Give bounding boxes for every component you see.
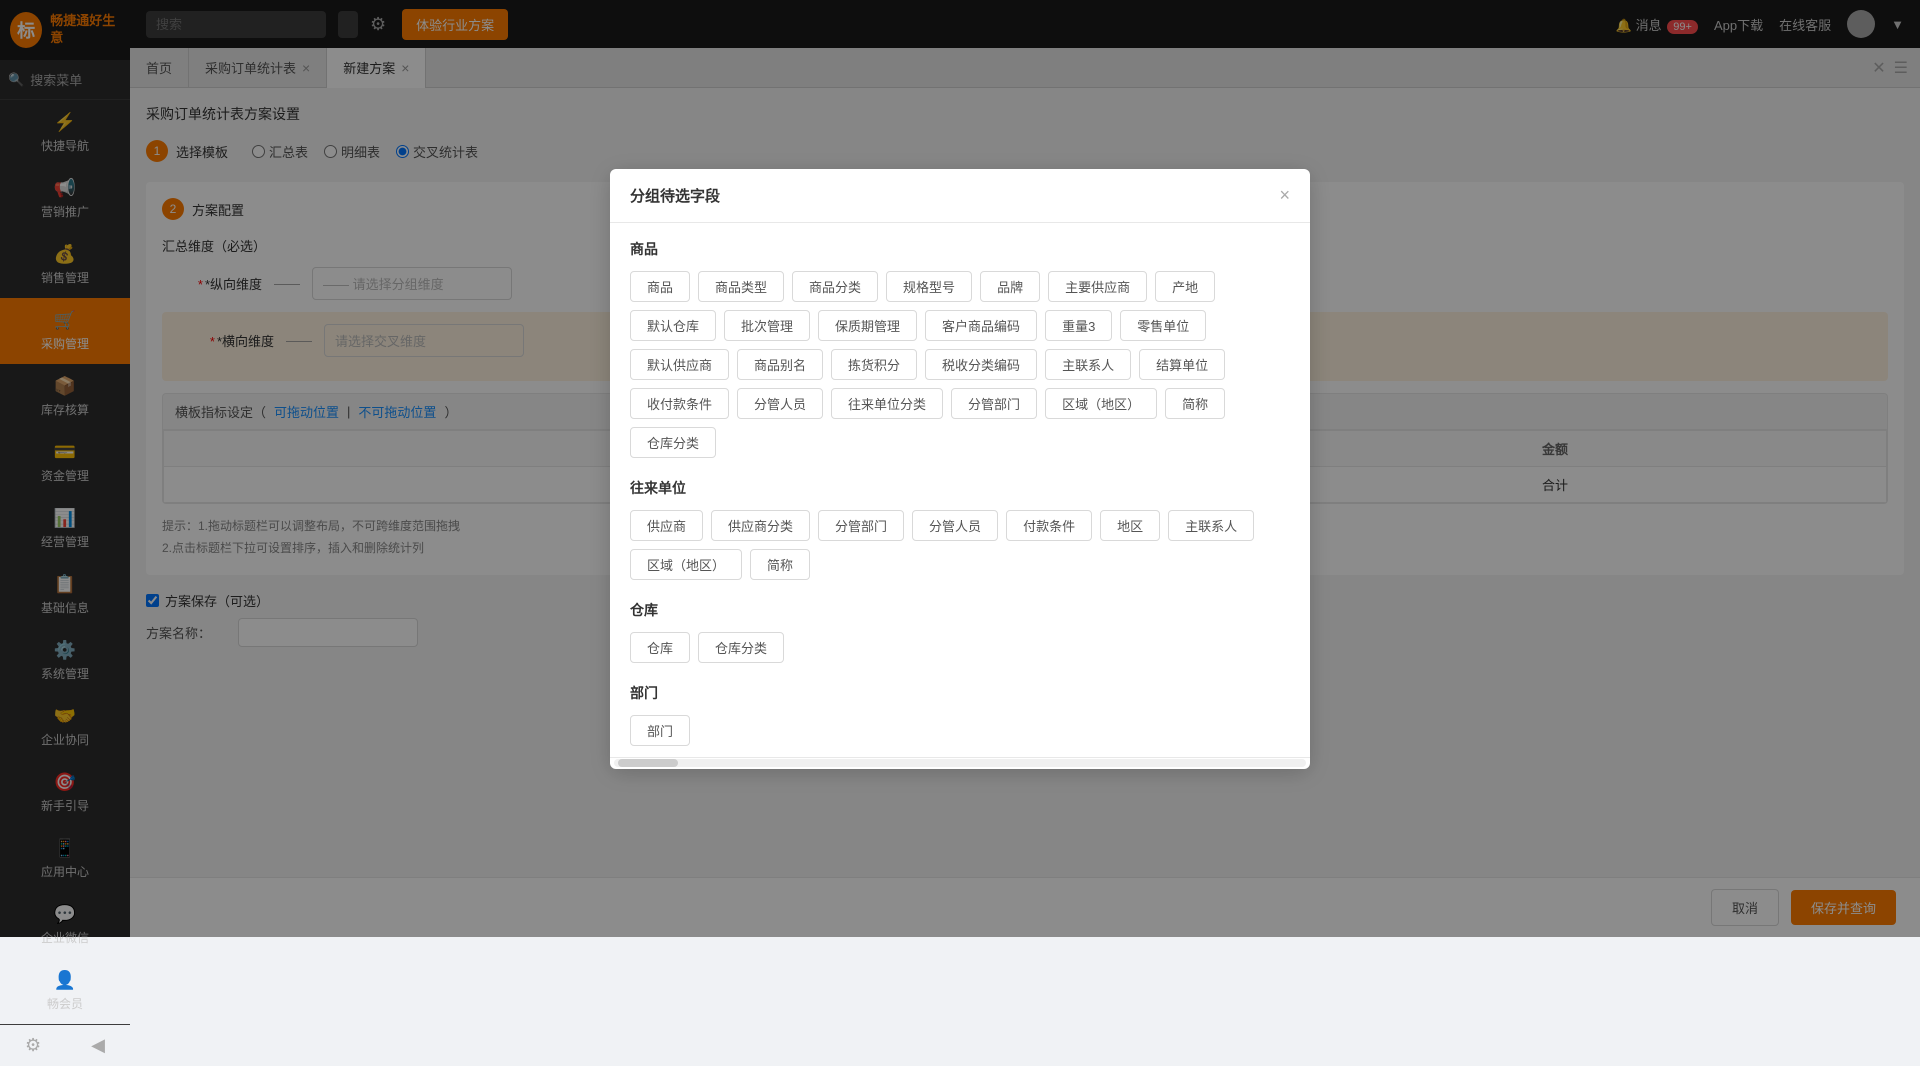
member-icon: 👤 [54, 970, 76, 991]
field-tag-2-0[interactable]: 仓库 [630, 632, 690, 663]
modal-overlay[interactable]: 分组待选字段 × 商品商品商品类型商品分类规格型号品牌主要供应商产地默认仓库批次… [0, 0, 1920, 937]
field-group-title-3: 部门 [630, 683, 1290, 703]
field-tag-0-21[interactable]: 往来单位分类 [831, 388, 943, 419]
field-tag-0-2[interactable]: 商品分类 [792, 271, 878, 302]
field-tags-2: 仓库仓库分类 [630, 632, 1290, 663]
modal-close-button[interactable]: × [1279, 185, 1290, 206]
field-tag-0-15[interactable]: 拣货积分 [831, 349, 917, 380]
modal: 分组待选字段 × 商品商品商品类型商品分类规格型号品牌主要供应商产地默认仓库批次… [610, 169, 1310, 769]
collapse-icon[interactable]: ◀ [91, 1035, 105, 1056]
sidebar-item-member[interactable]: 👤 畅会员 [0, 958, 130, 1024]
field-group-title-1: 往来单位 [630, 478, 1290, 498]
modal-header: 分组待选字段 × [610, 169, 1310, 223]
field-tag-1-6[interactable]: 主联系人 [1168, 510, 1254, 541]
field-tag-0-22[interactable]: 分管部门 [951, 388, 1037, 419]
field-tag-0-10[interactable]: 客户商品编码 [925, 310, 1037, 341]
field-group-2: 仓库仓库仓库分类 [630, 600, 1290, 663]
field-tag-0-19[interactable]: 收付款条件 [630, 388, 729, 419]
field-group-1: 往来单位供应商供应商分类分管部门分管人员付款条件地区主联系人区域（地区） 简称 [630, 478, 1290, 580]
field-tag-0-1[interactable]: 商品类型 [698, 271, 784, 302]
field-tag-0-17[interactable]: 主联系人 [1045, 349, 1131, 380]
field-tag-0-14[interactable]: 商品别名 [737, 349, 823, 380]
field-group-title-0: 商品 [630, 239, 1290, 259]
field-tag-1-8[interactable]: 简称 [750, 549, 810, 580]
field-tag-1-4[interactable]: 付款条件 [1006, 510, 1092, 541]
field-tag-0-23[interactable]: 区域（地区） [1045, 388, 1157, 419]
settings-icon[interactable]: ⚙ [25, 1035, 41, 1056]
field-tag-1-7[interactable]: 区域（地区） [630, 549, 742, 580]
field-tag-1-2[interactable]: 分管部门 [818, 510, 904, 541]
sidebar-item-label: 畅会员 [47, 995, 83, 1012]
field-tag-1-0[interactable]: 供应商 [630, 510, 703, 541]
hscroll-track [614, 759, 1306, 767]
field-tag-0-18[interactable]: 结算单位 [1139, 349, 1225, 380]
field-tag-0-12[interactable]: 零售单位 [1120, 310, 1206, 341]
field-tags-0: 商品商品类型商品分类规格型号品牌主要供应商产地默认仓库批次管理保质期管理客户商品… [630, 271, 1290, 458]
field-tag-0-3[interactable]: 规格型号 [886, 271, 972, 302]
modal-body: 商品商品商品类型商品分类规格型号品牌主要供应商产地默认仓库批次管理保质期管理客户… [610, 223, 1310, 757]
field-tags-3: 部门 [630, 715, 1290, 746]
field-tag-0-5[interactable]: 主要供应商 [1048, 271, 1147, 302]
modal-hscroll[interactable] [610, 757, 1310, 769]
field-tag-1-1[interactable]: 供应商分类 [711, 510, 810, 541]
field-tag-0-4[interactable]: 品牌 [980, 271, 1040, 302]
field-group-3: 部门部门 [630, 683, 1290, 746]
sidebar-bottom: ⚙ ◀ [0, 1024, 130, 1066]
field-tag-0-25[interactable]: 仓库分类 [630, 427, 716, 458]
field-tag-0-8[interactable]: 批次管理 [724, 310, 810, 341]
field-tag-0-0[interactable]: 商品 [630, 271, 690, 302]
field-tag-0-16[interactable]: 税收分类编码 [925, 349, 1037, 380]
field-tag-1-5[interactable]: 地区 [1100, 510, 1160, 541]
hscroll-thumb[interactable] [618, 759, 678, 767]
field-group-title-2: 仓库 [630, 600, 1290, 620]
modal-title: 分组待选字段 [630, 185, 720, 206]
field-tag-0-7[interactable]: 默认仓库 [630, 310, 716, 341]
field-group-0: 商品商品商品类型商品分类规格型号品牌主要供应商产地默认仓库批次管理保质期管理客户… [630, 239, 1290, 458]
field-tag-0-13[interactable]: 默认供应商 [630, 349, 729, 380]
field-tag-2-1[interactable]: 仓库分类 [698, 632, 784, 663]
field-tag-0-6[interactable]: 产地 [1155, 271, 1215, 302]
field-tag-0-9[interactable]: 保质期管理 [818, 310, 917, 341]
field-tag-3-0[interactable]: 部门 [630, 715, 690, 746]
field-tag-1-3[interactable]: 分管人员 [912, 510, 998, 541]
field-tag-0-24[interactable]: 简称 [1165, 388, 1225, 419]
field-tag-0-11[interactable]: 重量3 [1045, 310, 1112, 341]
field-tag-0-20[interactable]: 分管人员 [737, 388, 823, 419]
field-tags-1: 供应商供应商分类分管部门分管人员付款条件地区主联系人区域（地区） 简称 [630, 510, 1290, 580]
